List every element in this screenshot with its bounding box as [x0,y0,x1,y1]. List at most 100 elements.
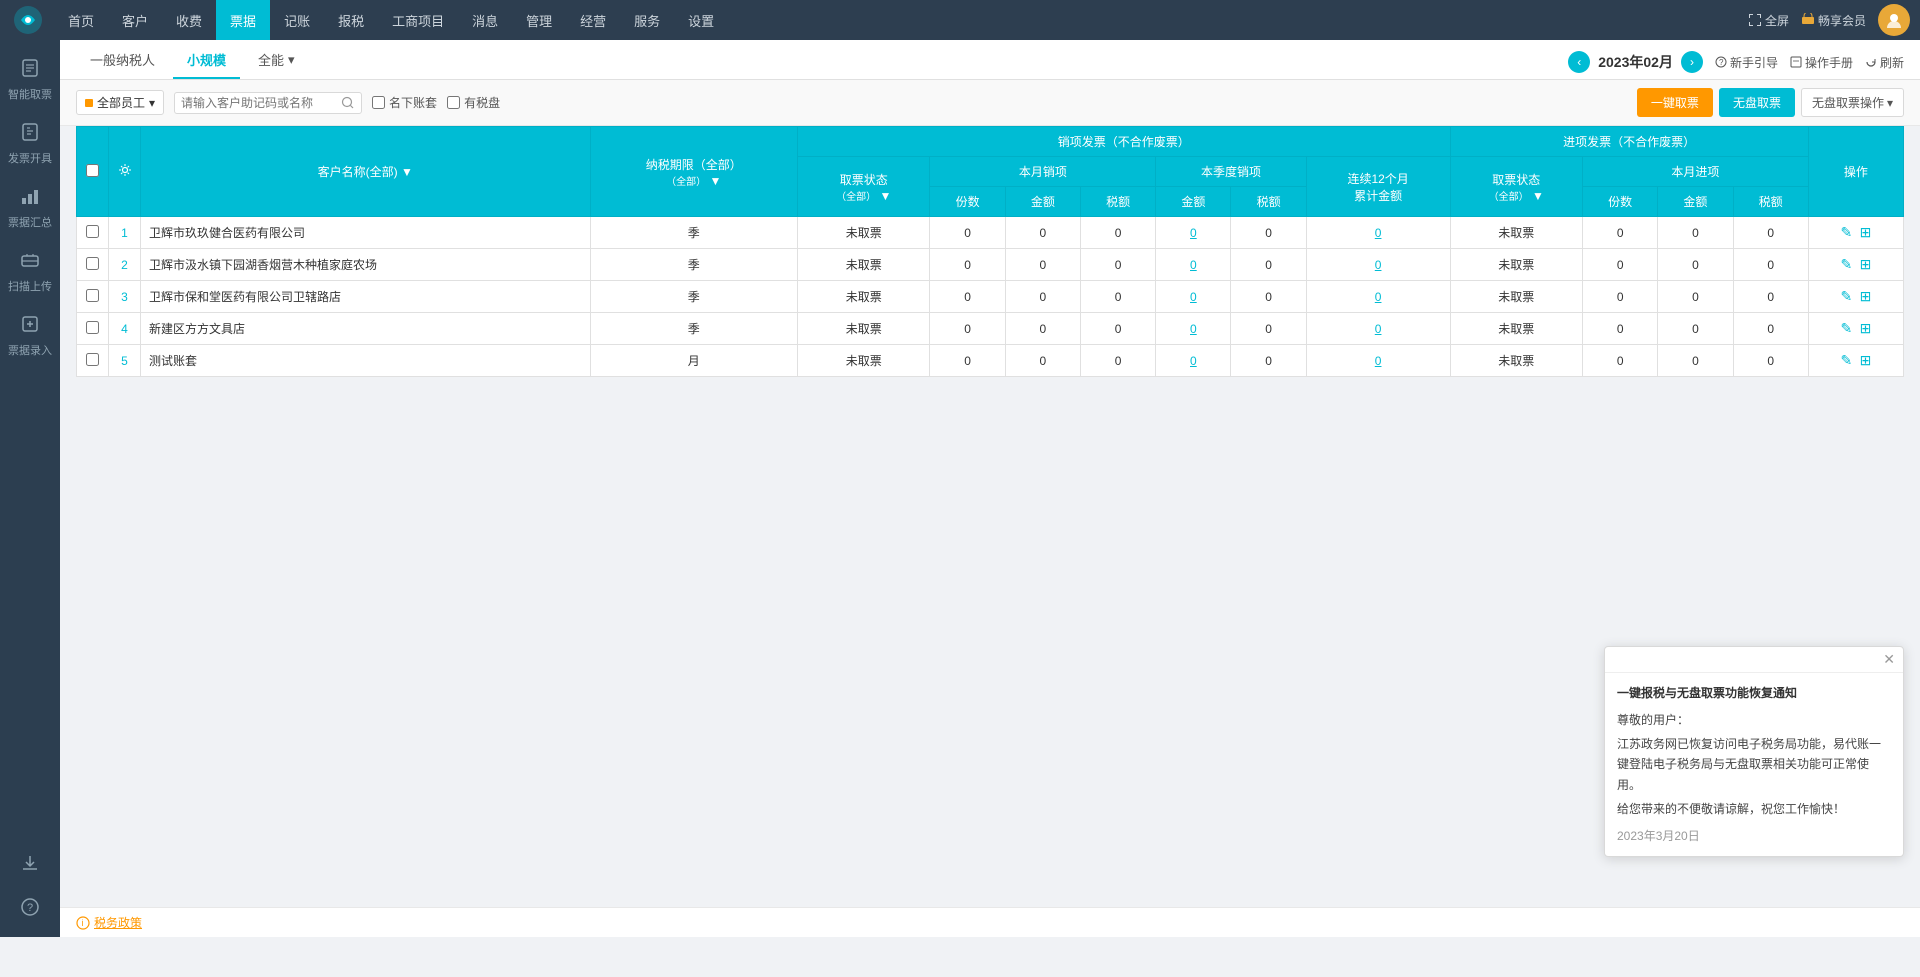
tax-policy-link[interactable]: 税务政策 [94,914,142,931]
th-purchase-status: 取票状态（全部） ▼ [1450,157,1583,217]
member-btn[interactable]: 畅享会员 [1801,12,1866,29]
sidebar-download-icon[interactable] [10,843,50,883]
tab-small-scale[interactable]: 小规模 [173,42,240,79]
row-checkbox[interactable] [77,345,109,377]
table-row: 3 卫辉市保和堂医药有限公司卫辖路店 季 未取票 0 0 0 0 0 0 未取票… [77,281,1904,313]
nav-right: 全屏 畅享会员 [1748,4,1910,36]
tab-all-label: 全能 [258,50,284,69]
row-sales-quarter-tax: 0 [1231,249,1306,281]
row-sales-12month[interactable]: 0 [1306,217,1450,249]
row-checkbox[interactable] [77,249,109,281]
has-tax-disk-filter[interactable]: 有税盘 [447,94,500,111]
own-account-filter[interactable]: 名下账套 [372,94,437,111]
new-user-guide-btn[interactable]: ? 新手引导 [1715,54,1778,71]
row-more-icon[interactable]: ⊞ [1860,288,1872,304]
nav-fee[interactable]: 收费 [162,0,216,40]
has-tax-disk-checkbox[interactable] [447,96,460,109]
sidebar-help-icon[interactable]: ? [10,887,50,927]
row-sales-quarter-amount[interactable]: 0 [1156,281,1231,313]
row-more-icon[interactable]: ⊞ [1860,320,1872,336]
no-disk-ticket-op-btn[interactable]: 无盘取票操作 ▾ [1801,88,1904,117]
row-sales-quarter-amount[interactable]: 0 [1156,313,1231,345]
tab-all[interactable]: 全能 ▾ [244,42,309,79]
next-month-btn[interactable]: › [1681,51,1703,73]
nav-customer[interactable]: 客户 [108,0,162,40]
notif-text: 江苏政务网已恢复访问电子税务局功能，易代账一键登陆电子税务局与无盘取票相关功能可… [1617,734,1891,795]
prev-month-btn[interactable]: ‹ [1568,51,1590,73]
row-more-icon[interactable]: ⊞ [1860,256,1872,272]
row-name: 卫辉市玖玖健合医药有限公司 [141,217,591,249]
row-sales-12month[interactable]: 0 [1306,281,1450,313]
no-disk-ticket-btn[interactable]: 无盘取票 [1719,88,1795,117]
logo[interactable] [10,2,46,38]
own-account-checkbox[interactable] [372,96,385,109]
settings-icon[interactable] [118,163,132,177]
sidebar-item-issue-invoice[interactable]: 发票开具 [2,114,58,174]
nav-invoice[interactable]: 票据 [216,0,270,40]
user-avatar[interactable] [1878,4,1910,36]
search-icon[interactable] [341,96,355,110]
row-purchase-month-shares: 0 [1583,345,1658,377]
th-sales-month-amount: 金额 [1005,187,1080,217]
row-sales-month-tax: 0 [1080,281,1155,313]
row-edit-icon[interactable]: ✎ [1840,224,1852,240]
nav-business[interactable]: 工商项目 [378,0,458,40]
nav-message[interactable]: 消息 [458,0,512,40]
nav-operation[interactable]: 经营 [566,0,620,40]
row-tax-period: 季 [590,249,797,281]
row-sales-12month[interactable]: 0 [1306,249,1450,281]
row-edit-icon[interactable]: ✎ [1840,256,1852,272]
row-purchase-status: 未取票 [1450,345,1583,377]
row-edit-icon[interactable]: ✎ [1840,320,1852,336]
row-checkbox[interactable] [77,281,109,313]
row-more-icon[interactable]: ⊞ [1860,352,1872,368]
filter-dropdown-icon: ▾ [149,96,155,110]
sidebar-item-entry[interactable]: 票据录入 [2,306,58,366]
row-sales-quarter-amount[interactable]: 0 [1156,249,1231,281]
row-purchase-month-amount: 0 [1658,313,1733,345]
row-sales-quarter-tax: 0 [1231,281,1306,313]
row-purchase-month-tax: 0 [1733,345,1808,377]
th-purchase-month-shares: 份数 [1583,187,1658,217]
row-sales-quarter-amount[interactable]: 0 [1156,217,1231,249]
operation-manual-btn[interactable]: 操作手册 [1790,54,1853,71]
sidebar-item-smart-ticket[interactable]: 智能取票 [2,50,58,110]
nav-settings[interactable]: 设置 [674,0,728,40]
notif-body: 一键报税与无盘取票功能恢复通知 尊敬的用户： 江苏政务网已恢复访问电子税务局功能… [1605,673,1903,856]
row-sales-12month[interactable]: 0 [1306,345,1450,377]
row-edit-icon[interactable]: ✎ [1840,352,1852,368]
row-purchase-status: 未取票 [1450,249,1583,281]
nav-tax[interactable]: 报税 [324,0,378,40]
row-sales-status: 未取票 [797,217,930,249]
nav-home[interactable]: 首页 [54,0,108,40]
month-label: 2023年02月 [1598,52,1673,72]
row-sales-12month[interactable]: 0 [1306,313,1450,345]
row-sales-month-tax: 0 [1080,345,1155,377]
row-edit-icon[interactable]: ✎ [1840,288,1852,304]
tab-general-taxpayer[interactable]: 一般纳税人 [76,42,169,79]
row-sales-quarter-tax: 0 [1231,217,1306,249]
search-box [174,92,362,114]
row-sales-quarter-amount[interactable]: 0 [1156,345,1231,377]
nav-bookkeeping[interactable]: 记账 [270,0,324,40]
nav-manage[interactable]: 管理 [512,0,566,40]
row-more-icon[interactable]: ⊞ [1860,224,1872,240]
one-key-ticket-btn[interactable]: 一键取票 [1637,88,1713,117]
row-sales-month-amount: 0 [1005,217,1080,249]
fullscreen-btn[interactable]: 全屏 [1748,12,1789,29]
notif-close-btn[interactable]: ✕ [1883,651,1895,668]
select-all-checkbox[interactable] [86,164,99,177]
employee-filter[interactable]: 全部员工 ▾ [76,90,164,115]
scan-icon [20,250,40,275]
row-checkbox[interactable] [77,313,109,345]
nav-service[interactable]: 服务 [620,0,674,40]
sidebar-item-summary[interactable]: 票据汇总 [2,178,58,238]
row-purchase-month-tax: 0 [1733,217,1808,249]
th-tax-period: 纳税期限（全部） （全部） ▼ [590,127,797,217]
sidebar-item-scan[interactable]: 扫描上传 [2,242,58,302]
refresh-btn[interactable]: 刷新 [1865,54,1904,71]
th-sales-quarter-amount: 金额 [1156,187,1231,217]
row-checkbox[interactable] [77,217,109,249]
search-input[interactable] [181,96,341,110]
toolbar-right-buttons: 一键取票 无盘取票 无盘取票操作 ▾ [1637,88,1904,117]
